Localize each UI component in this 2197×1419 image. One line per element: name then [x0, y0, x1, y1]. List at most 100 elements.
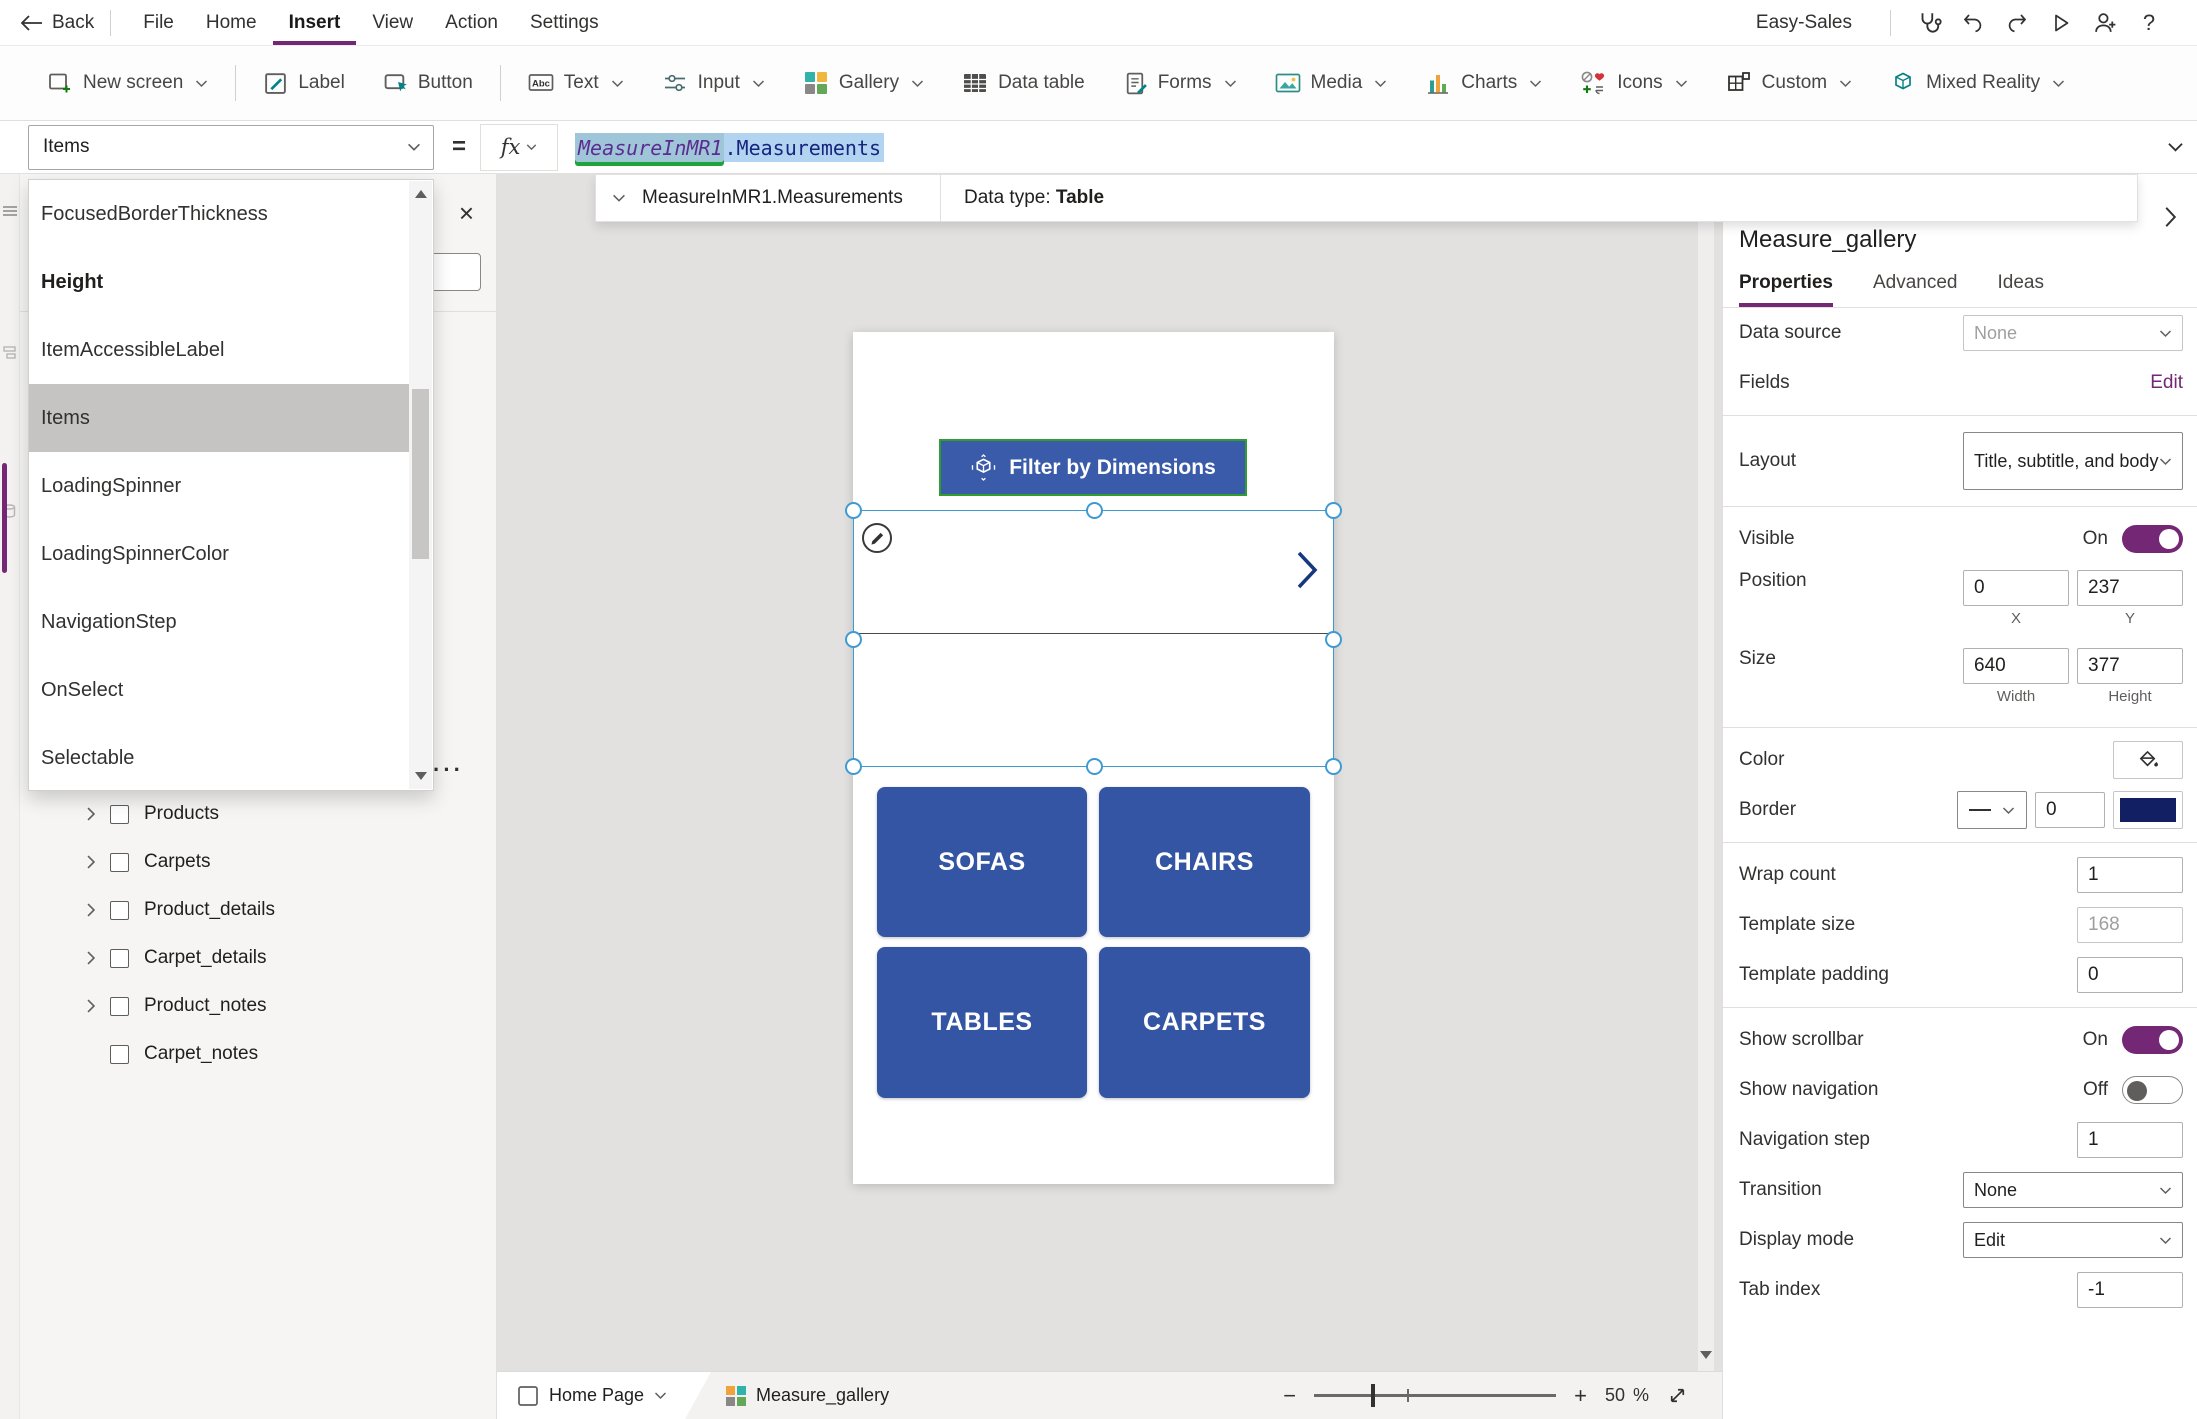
size-width-input[interactable]: 640 [1963, 648, 2069, 684]
border-style-dropdown[interactable] [1957, 791, 2027, 829]
resize-handle[interactable] [1325, 758, 1342, 775]
menu-item-settings[interactable]: Settings [514, 0, 615, 45]
scroll-down-icon[interactable] [409, 765, 432, 787]
redo-icon[interactable] [1995, 6, 2039, 40]
wrap-count-input[interactable]: 1 [2077, 857, 2183, 893]
property-option-selectable[interactable]: Selectable [29, 724, 409, 792]
ribbon-item-data-table[interactable]: Data table [943, 57, 1104, 109]
visible-toggle[interactable] [2122, 525, 2183, 553]
checkbox[interactable] [110, 949, 129, 968]
border-thickness-input[interactable]: 0 [2035, 792, 2105, 828]
property-option-navigationstep[interactable]: NavigationStep [29, 588, 409, 656]
ribbon-item-media[interactable]: Media [1256, 57, 1407, 109]
display-mode-dropdown[interactable]: Edit [1963, 1222, 2183, 1258]
help-icon[interactable]: ? [2127, 6, 2171, 40]
zoom-slider[interactable] [1314, 1394, 1556, 1397]
selected-gallery-control[interactable] [853, 510, 1334, 767]
property-option-onselect[interactable]: OnSelect [29, 656, 409, 724]
tree-item-products[interactable]: Products [20, 790, 496, 838]
edit-gallery-button[interactable] [862, 523, 892, 553]
property-option-itemaccessiblelabel[interactable]: ItemAccessibleLabel [29, 316, 409, 384]
hamburger-icon[interactable] [3, 204, 17, 222]
template-padding-input[interactable]: 0 [2077, 957, 2183, 993]
resize-handle[interactable] [845, 758, 862, 775]
tile-carpets[interactable]: CARPETS [1099, 947, 1310, 1098]
zoom-slider-thumb[interactable] [1371, 1384, 1375, 1407]
transition-dropdown[interactable]: None [1963, 1172, 2183, 1208]
screen-breadcrumb[interactable]: Home Page [497, 1372, 711, 1419]
preview-icon[interactable] [2039, 6, 2083, 40]
canvas-scrollbar[interactable] [1698, 174, 1714, 1371]
formula-suggestion-popup[interactable]: MeasureInMR1.Measurements Data type: Tab… [595, 174, 2138, 222]
property-option-loadingspinner[interactable]: LoadingSpinner [29, 452, 409, 520]
menu-item-file[interactable]: File [127, 0, 190, 45]
scrollbar-thumb[interactable] [412, 389, 429, 559]
gallery-next-item-arrow[interactable] [1295, 547, 1319, 598]
chevron-right-icon[interactable] [86, 903, 100, 917]
resize-handle[interactable] [845, 631, 862, 648]
ribbon-item-button[interactable]: Button [364, 57, 492, 109]
tile-chairs[interactable]: CHAIRS [1099, 787, 1310, 937]
fields-edit-link[interactable]: Edit [2150, 372, 2183, 394]
formula-bar-expand-button[interactable] [2153, 141, 2197, 153]
chevron-right-icon[interactable] [86, 855, 100, 869]
border-color-button[interactable] [2113, 791, 2183, 829]
tree-item-carpet_notes[interactable]: Carpet_notes [20, 1030, 496, 1078]
scroll-up-icon[interactable] [409, 183, 432, 205]
filter-by-dimensions-button[interactable]: Filter by Dimensions [939, 439, 1247, 496]
tree-item-carpets[interactable]: Carpets [20, 838, 496, 886]
checkbox[interactable] [110, 901, 129, 920]
checkbox[interactable] [110, 1045, 129, 1064]
ribbon-item-icons[interactable]: Icons [1561, 57, 1706, 109]
property-selector[interactable]: Items [28, 125, 434, 170]
ribbon-item-mixed-reality[interactable]: Mixed Reality [1871, 57, 2084, 109]
dropdown-scrollbar[interactable] [409, 181, 432, 789]
property-option-height[interactable]: Height [29, 248, 409, 316]
selected-control-chip[interactable]: Measure_gallery [725, 1372, 889, 1419]
ribbon-item-label[interactable]: Label [244, 57, 364, 109]
checkbox[interactable] [110, 805, 129, 824]
ribbon-item-gallery[interactable]: Gallery [784, 57, 943, 109]
back-button[interactable]: Back [20, 12, 94, 34]
ribbon-item-custom[interactable]: Custom [1707, 57, 1871, 109]
property-option-focusedborderthickness[interactable]: FocusedBorderThickness [29, 180, 409, 248]
fx-dropdown[interactable]: fx [480, 124, 558, 171]
app-checker-icon[interactable] [1907, 6, 1951, 40]
panel-collapse-icon[interactable] [2164, 206, 2177, 233]
menu-item-action[interactable]: Action [429, 0, 514, 45]
scroll-down-icon[interactable] [1700, 1351, 1712, 1359]
property-option-items[interactable]: Items [29, 384, 409, 452]
tree-item-carpet_details[interactable]: Carpet_details [20, 934, 496, 982]
share-icon[interactable] [2083, 6, 2127, 40]
ribbon-item-new-screen[interactable]: New screen [28, 57, 227, 109]
menu-item-view[interactable]: View [356, 0, 429, 45]
ribbon-item-text[interactable]: AbcText [509, 57, 643, 109]
tree-item-product_details[interactable]: Product_details [20, 886, 496, 934]
size-height-input[interactable]: 377 [2077, 648, 2183, 684]
undo-icon[interactable] [1951, 6, 1995, 40]
chevron-right-icon[interactable] [86, 807, 100, 821]
tile-tables[interactable]: TABLES [877, 947, 1087, 1098]
show-scrollbar-toggle[interactable] [2122, 1026, 2183, 1054]
close-icon[interactable]: × [459, 200, 474, 226]
resize-handle[interactable] [1325, 631, 1342, 648]
zoom-out-button[interactable]: − [1283, 1383, 1296, 1409]
chevron-right-icon[interactable] [86, 999, 100, 1013]
tree-view-icon[interactable] [3, 346, 16, 364]
show-navigation-toggle[interactable] [2122, 1076, 2183, 1104]
ribbon-item-forms[interactable]: Forms [1104, 57, 1256, 109]
ribbon-item-input[interactable]: Input [643, 57, 784, 109]
color-picker-button[interactable] [2113, 741, 2183, 779]
tab-advanced[interactable]: Advanced [1873, 272, 1958, 307]
formula-input[interactable]: MeasureInMR1.Measurements [563, 125, 2153, 170]
layout-dropdown[interactable]: Title, subtitle, and body [1963, 432, 2183, 490]
tab-properties[interactable]: Properties [1739, 272, 1833, 307]
position-y-input[interactable]: 237 [2077, 570, 2183, 606]
resize-handle[interactable] [1086, 502, 1103, 519]
property-option-loadingspinnercolor[interactable]: LoadingSpinnerColor [29, 520, 409, 588]
menu-item-home[interactable]: Home [190, 0, 273, 45]
position-x-input[interactable]: 0 [1963, 570, 2069, 606]
tree-item-product_notes[interactable]: Product_notes [20, 982, 496, 1030]
tab-index-input[interactable]: -1 [2077, 1272, 2183, 1308]
tab-ideas[interactable]: Ideas [1998, 272, 2044, 307]
